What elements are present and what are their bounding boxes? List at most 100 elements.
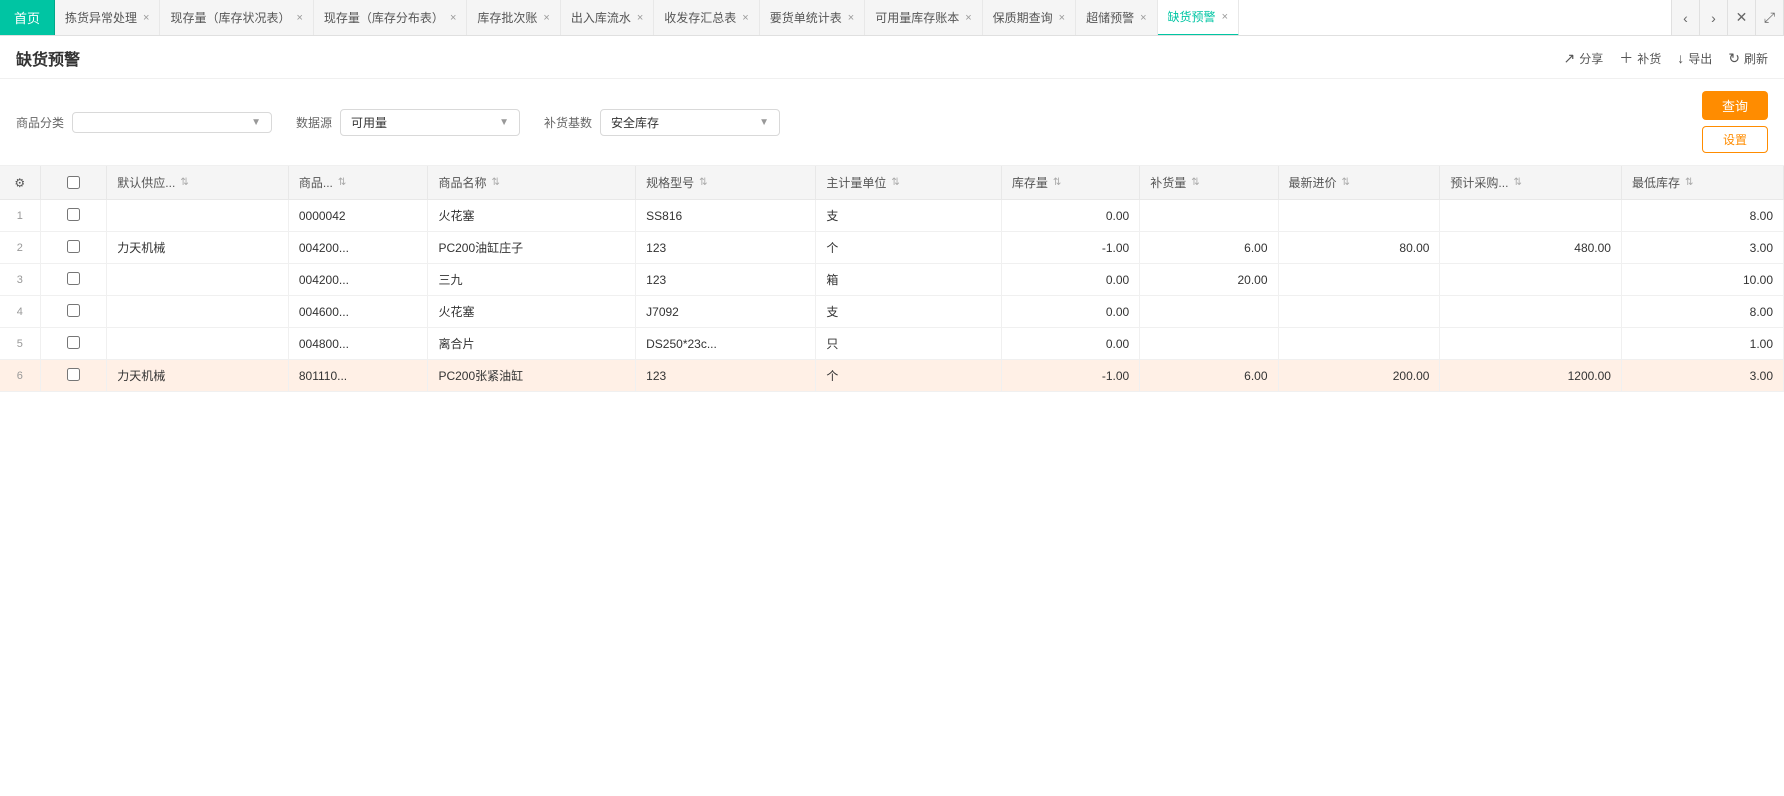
name-sort-icon[interactable]: ⇅: [491, 177, 499, 188]
column-settings-icon[interactable]: ⚙: [10, 176, 30, 190]
row-checkbox[interactable]: [67, 336, 80, 349]
th-stock: 库存量 ⇅: [1001, 166, 1139, 200]
row-est-purchase: 480.00: [1440, 232, 1622, 264]
th-checkbox: [40, 166, 107, 200]
th-name-label: 商品名称: [438, 174, 486, 191]
restock-base-select[interactable]: 安全库存 ▼: [600, 109, 780, 136]
row-est-purchase: [1440, 264, 1622, 296]
filter-group-category: 商品分类 ▼: [16, 112, 272, 133]
tab-close-btn[interactable]: ×: [1059, 12, 1065, 24]
row-checkbox-cell[interactable]: [40, 328, 107, 360]
tab-close-btn[interactable]: ×: [848, 12, 854, 24]
tab-item-3[interactable]: 库存批次账×: [467, 0, 560, 36]
row-est-purchase: [1440, 200, 1622, 232]
th-min-stock: 最低库存 ⇅: [1621, 166, 1783, 200]
page-header: 缺货预警 ↗ 分享 ＋ 补货 ↓ 导出 ↻ 刷新: [0, 36, 1784, 79]
tab-close-btn[interactable]: ×: [450, 12, 456, 24]
tab-item-0[interactable]: 拣货异常处理 ×: [55, 0, 160, 36]
row-checkbox[interactable]: [67, 208, 80, 221]
row-number: 3: [0, 264, 40, 296]
row-unit: 个: [816, 232, 1002, 264]
restock-label: 补货: [1637, 50, 1661, 67]
row-checkbox-cell[interactable]: [40, 360, 107, 392]
tab-close-btn[interactable]: ×: [1222, 11, 1228, 23]
est-purchase-sort-icon[interactable]: ⇅: [1513, 177, 1521, 188]
tab-close-all-btn[interactable]: ✕: [1728, 0, 1756, 36]
tab-item-6[interactable]: 要货单统计表×: [760, 0, 865, 36]
latest-price-sort-icon[interactable]: ⇅: [1342, 177, 1350, 188]
code-sort-icon[interactable]: ⇅: [338, 177, 346, 188]
share-button[interactable]: ↗ 分享: [1563, 50, 1603, 67]
tab-close-btn[interactable]: ×: [965, 12, 971, 24]
row-est-purchase: [1440, 296, 1622, 328]
row-latest-price: [1278, 296, 1440, 328]
tab-label: 拣货异常处理: [65, 9, 137, 26]
th-unit: 主计量单位 ⇅: [816, 166, 1002, 200]
row-checkbox-cell[interactable]: [40, 232, 107, 264]
tab-close-btn[interactable]: ×: [742, 12, 748, 24]
row-checkbox[interactable]: [67, 304, 80, 317]
tab-item-9[interactable]: 超储预警×: [1076, 0, 1157, 36]
row-latest-price: [1278, 328, 1440, 360]
row-unit: 箱: [816, 264, 1002, 296]
row-checkbox[interactable]: [67, 368, 80, 381]
tab-close-btn[interactable]: ×: [637, 12, 643, 24]
page-content: 缺货预警 ↗ 分享 ＋ 补货 ↓ 导出 ↻ 刷新 商品分类: [0, 36, 1784, 796]
query-button[interactable]: 查询: [1702, 91, 1768, 120]
settings-button[interactable]: 设置: [1702, 126, 1768, 153]
row-checkbox[interactable]: [67, 240, 80, 253]
category-chevron-icon: ▼: [251, 117, 261, 128]
share-icon: ↗: [1563, 50, 1575, 67]
row-checkbox-cell[interactable]: [40, 264, 107, 296]
supplier-sort-icon[interactable]: ⇅: [180, 177, 188, 188]
tab-expand-btn[interactable]: ⤢: [1756, 0, 1784, 36]
spec-sort-icon[interactable]: ⇅: [699, 177, 707, 188]
row-restock: 6.00: [1140, 232, 1278, 264]
tab-item-7[interactable]: 可用量库存账本×: [865, 0, 982, 36]
tab-prev-btn[interactable]: ‹: [1672, 0, 1700, 36]
select-all-checkbox[interactable]: [67, 176, 80, 189]
refresh-button[interactable]: ↻ 刷新: [1728, 50, 1768, 67]
stock-sort-icon[interactable]: ⇅: [1053, 177, 1061, 188]
restock-button[interactable]: ＋ 补货: [1619, 48, 1661, 68]
tab-close-btn[interactable]: ×: [1140, 12, 1146, 24]
tab-close-btn[interactable]: ×: [143, 12, 149, 24]
unit-sort-icon[interactable]: ⇅: [891, 177, 899, 188]
export-button[interactable]: ↓ 导出: [1677, 50, 1712, 67]
datasource-select[interactable]: 可用量 ▼: [340, 109, 520, 136]
row-restock: 6.00: [1140, 360, 1278, 392]
tab-close-btn[interactable]: ×: [543, 12, 549, 24]
row-spec: 123: [636, 232, 816, 264]
row-number: 4: [0, 296, 40, 328]
row-checkbox-cell[interactable]: [40, 296, 107, 328]
tab-close-btn[interactable]: ×: [296, 12, 302, 24]
th-latest-price-label: 最新进价: [1289, 174, 1337, 191]
tab-item-10[interactable]: 缺货预警×: [1158, 0, 1239, 36]
tab-home[interactable]: 首页: [0, 0, 55, 36]
tab-item-8[interactable]: 保质期查询×: [983, 0, 1076, 36]
tab-item-2[interactable]: 现存量（库存分布表） ×: [314, 0, 467, 36]
row-name: PC200张紧油缸: [428, 360, 636, 392]
row-stock: -1.00: [1001, 232, 1139, 264]
row-latest-price: [1278, 200, 1440, 232]
row-checkbox[interactable]: [67, 272, 80, 285]
row-number: 5: [0, 328, 40, 360]
restock-sort-icon[interactable]: ⇅: [1191, 177, 1199, 188]
tab-label: 现存量（库存分布表）: [324, 9, 444, 26]
main-table: ⚙ 默认供应... ⇅: [0, 166, 1784, 392]
tab-label: 收发存汇总表: [664, 9, 736, 26]
tab-next-btn[interactable]: ›: [1700, 0, 1728, 36]
category-select[interactable]: ▼: [72, 112, 272, 133]
th-latest-price: 最新进价 ⇅: [1278, 166, 1440, 200]
min-stock-sort-icon[interactable]: ⇅: [1685, 177, 1693, 188]
table-row: 4 004600... 火花塞 J7092 支 0.00 8.00: [0, 296, 1784, 328]
tab-item-1[interactable]: 现存量（库存状况表）×: [160, 0, 313, 36]
table-row: 2 力天机械 004200... PC200油缸庄子 123 个 -1.00 6…: [0, 232, 1784, 264]
tab-item-5[interactable]: 收发存汇总表 ×: [654, 0, 759, 36]
row-checkbox-cell[interactable]: [40, 200, 107, 232]
tab-item-4[interactable]: 出入库流水×: [561, 0, 654, 36]
refresh-icon: ↻: [1728, 50, 1740, 67]
row-unit: 只: [816, 328, 1002, 360]
row-unit: 个: [816, 360, 1002, 392]
row-stock: -1.00: [1001, 360, 1139, 392]
